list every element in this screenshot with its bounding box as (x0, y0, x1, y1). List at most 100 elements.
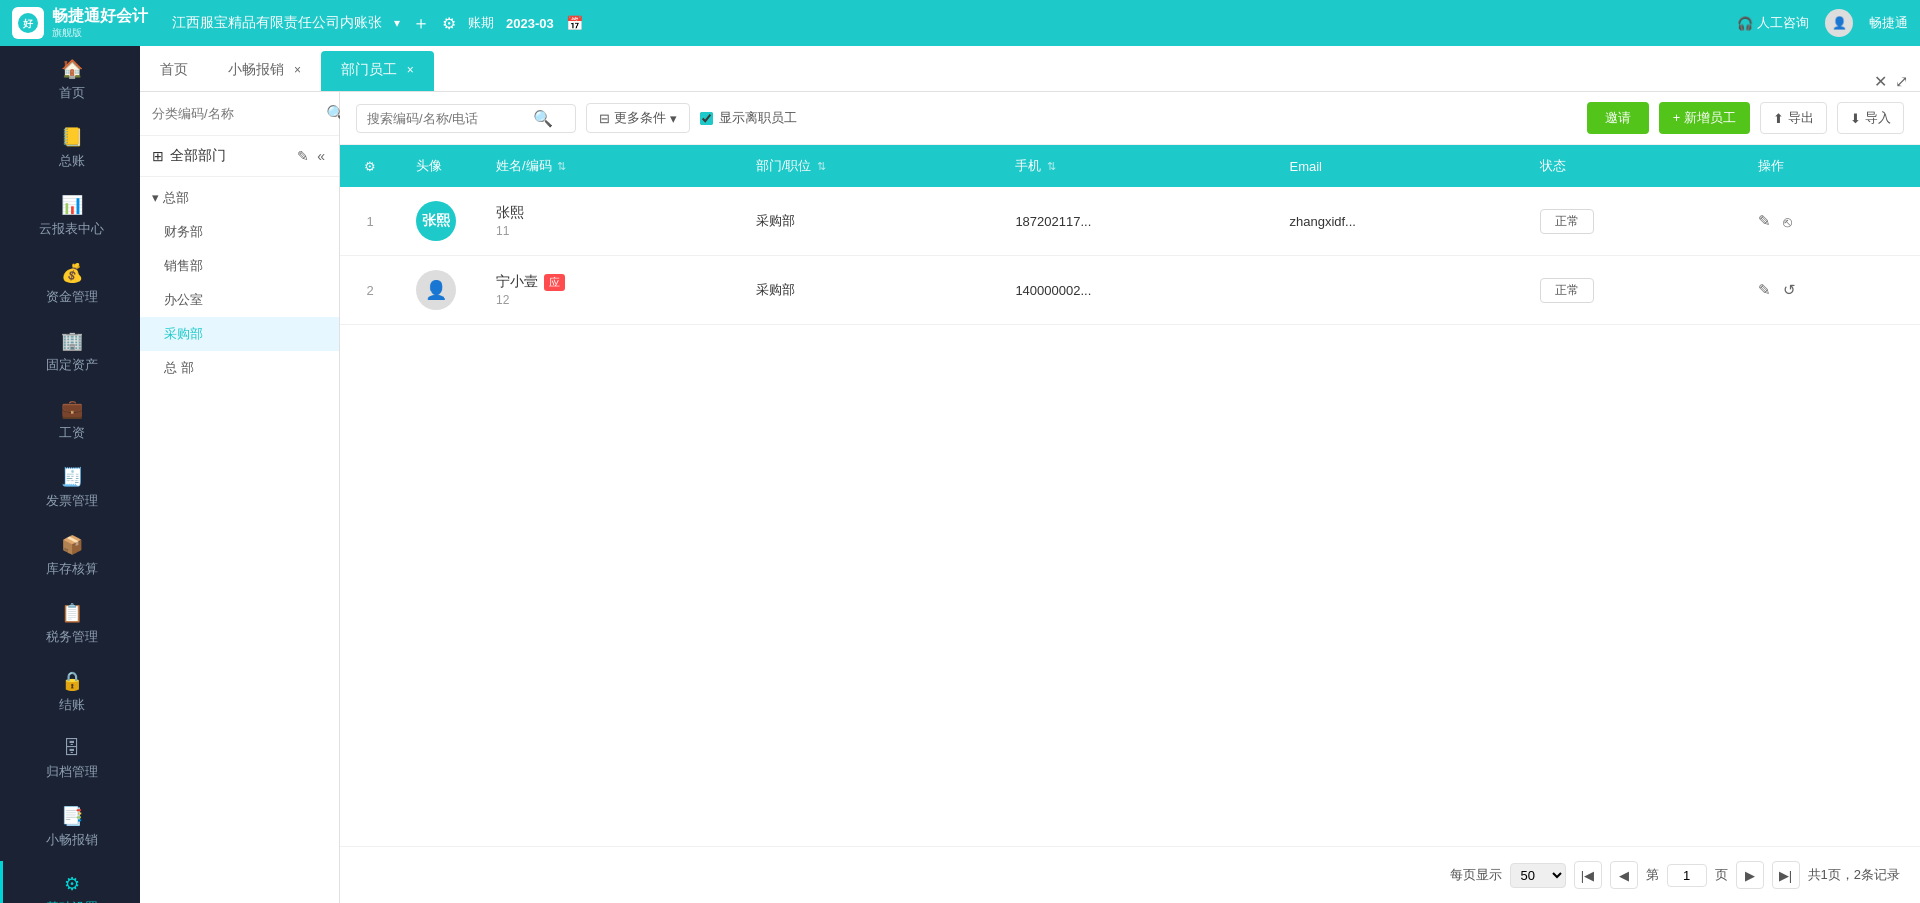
header-settings-button[interactable]: ⚙ (442, 14, 456, 33)
sidebar-item-payroll[interactable]: 💼 工资 (0, 386, 140, 454)
table-header-row: ⚙ 头像 姓名/编码 ⇅ 部门/职位 ⇅ 手机 ⇅ Email 状态 操作 (340, 145, 1920, 187)
dept-search-input[interactable] (152, 106, 320, 121)
row-index: 2 (340, 256, 400, 325)
next-page-button[interactable]: ▶ (1736, 861, 1764, 889)
tab-employee-close[interactable]: × (407, 63, 414, 77)
table-header-actions: 操作 (1742, 145, 1920, 187)
employee-code: 12 (496, 293, 724, 307)
sidebar-item-archive[interactable]: 🗄 归档管理 (0, 726, 140, 793)
sidebar: 🏠 首页 📒 总账 📊 云报表中心 💰 资金管理 🏢 固定资产 💼 工资 🧾 发… (0, 46, 140, 903)
dept-tree-item-office[interactable]: 办公室 (140, 283, 339, 317)
all-departments-item[interactable]: ⊞ 全部部门 (152, 147, 226, 165)
sidebar-item-invoice[interactable]: 🧾 发票管理 (0, 454, 140, 522)
dept-tree-item-sales[interactable]: 销售部 (140, 249, 339, 283)
restore-button[interactable]: ↺ (1783, 281, 1796, 299)
show-resigned-checkbox-label[interactable]: 显示离职员工 (700, 109, 797, 127)
dept-tree: ▾ 总部 财务部 销售部 办公室 采购部 总 部 (140, 177, 339, 903)
status-badge: 正常 (1540, 278, 1594, 303)
calendar-icon[interactable]: 📅 (566, 15, 583, 31)
more-filter-button[interactable]: ⊟ 更多条件 ▾ (586, 103, 690, 133)
sidebar-item-ledger[interactable]: 📒 总账 (0, 114, 140, 182)
pagination-bar: 每页显示 50 100 200 |◀ ◀ 第 页 ▶ ▶| 共1页，2条记录 (340, 846, 1920, 903)
search-icon[interactable]: 🔍 (533, 109, 553, 128)
company-dropdown-button[interactable]: ▾ (394, 16, 400, 30)
headphone-icon: 🎧 (1737, 16, 1753, 31)
sidebar-item-home[interactable]: 🏠 首页 (0, 46, 140, 114)
employee-area: 🔍 ⊟ 更多条件 ▾ 显示离职员工 邀请 + 新增员工 (340, 92, 1920, 903)
import-button[interactable]: ⬇ 导入 (1837, 102, 1904, 134)
dept-header: ⊞ 全部部门 ✎ « (140, 136, 339, 177)
show-resigned-checkbox[interactable] (700, 112, 713, 125)
dept-collapse-button[interactable]: « (315, 146, 327, 166)
row-actions: ✎ ↺ (1742, 256, 1920, 325)
sidebar-label-archive: 归档管理 (46, 763, 98, 781)
row-phone: 140000002... (999, 256, 1273, 325)
add-account-button[interactable]: ＋ (412, 14, 430, 32)
tab-expense-close[interactable]: × (294, 63, 301, 77)
sidebar-label-funds: 资金管理 (46, 288, 98, 306)
svg-text:好: 好 (22, 18, 34, 29)
dept-tree-item-general[interactable]: 总 部 (140, 351, 339, 385)
table-row: 1 张熙 张熙 11 (340, 187, 1920, 256)
table-header-phone[interactable]: 手机 ⇅ (999, 145, 1273, 187)
employee-table: ⚙ 头像 姓名/编码 ⇅ 部门/职位 ⇅ 手机 ⇅ Email 状态 操作 (340, 145, 1920, 846)
status-badge: 正常 (1540, 209, 1594, 234)
logo-area: 好 畅捷通好会计 旗舰版 (12, 6, 152, 39)
row-status: 正常 (1524, 256, 1742, 325)
export-button[interactable]: ⬆ 导出 (1760, 102, 1827, 134)
dept-tree-item-headquarters[interactable]: ▾ 总部 (140, 181, 339, 215)
show-resigned-label: 显示离职员工 (719, 109, 797, 127)
tab-employee[interactable]: 部门员工 × (321, 51, 434, 91)
dept-search-area: 🔍 (140, 92, 339, 136)
table-header-settings[interactable]: ⚙ (340, 145, 400, 187)
sidebar-label-invoice: 发票管理 (46, 492, 98, 510)
logout-button[interactable]: ⎋ (1783, 213, 1792, 230)
tab-expand-button[interactable]: ⤢ (1895, 72, 1908, 91)
edit-button[interactable]: ✎ (1758, 281, 1771, 299)
sidebar-label-expense: 小畅报销 (46, 831, 98, 849)
row-status: 正常 (1524, 187, 1742, 256)
add-employee-button[interactable]: + 新增员工 (1659, 102, 1750, 134)
per-page-select[interactable]: 50 100 200 (1510, 863, 1566, 888)
tab-actions: ✕ ⤢ (1862, 72, 1920, 91)
tab-home[interactable]: 首页 (140, 51, 208, 91)
sidebar-item-tax[interactable]: 📋 税务管理 (0, 590, 140, 658)
first-page-button[interactable]: |◀ (1574, 861, 1602, 889)
page-unit: 页 (1715, 866, 1728, 884)
table-header-name[interactable]: 姓名/编码 ⇅ (480, 145, 740, 187)
sidebar-item-settings[interactable]: ⚙ 基础设置 (0, 861, 140, 903)
funds-icon: 💰 (61, 262, 83, 284)
payroll-icon: 💼 (61, 398, 83, 420)
per-page-label: 每页显示 (1450, 866, 1502, 884)
dept-tree-item-purchasing[interactable]: 采购部 (140, 317, 339, 351)
dept-edit-button[interactable]: ✎ (295, 146, 311, 166)
service-label: 人工咨询 (1757, 14, 1809, 32)
tab-expense[interactable]: 小畅报销 × (208, 51, 321, 91)
sidebar-item-reports[interactable]: 📊 云报表中心 (0, 182, 140, 250)
last-page-button[interactable]: ▶| (1772, 861, 1800, 889)
sidebar-item-closing[interactable]: 🔒 结账 (0, 658, 140, 726)
employee-search-input[interactable] (367, 111, 527, 126)
sidebar-item-funds[interactable]: 💰 资金管理 (0, 250, 140, 318)
dept-tree-item-finance[interactable]: 财务部 (140, 215, 339, 249)
prev-page-button[interactable]: ◀ (1610, 861, 1638, 889)
sidebar-item-assets[interactable]: 🏢 固定资产 (0, 318, 140, 386)
sidebar-label-settings: 基础设置 (46, 899, 98, 903)
employee-search-box: 🔍 (356, 104, 576, 133)
filter-label: 更多条件 (614, 109, 666, 127)
page-input[interactable] (1667, 864, 1707, 887)
sidebar-label-inventory: 库存核算 (46, 560, 98, 578)
period-label: 账期 (468, 14, 494, 32)
invite-button[interactable]: 邀请 (1587, 102, 1649, 134)
table-header-dept[interactable]: 部门/职位 ⇅ (740, 145, 1000, 187)
all-departments-label: 全部部门 (170, 147, 226, 165)
page-label: 第 (1646, 866, 1659, 884)
company-name: 江西服宝精品有限责任公司内账张 (172, 14, 382, 32)
logo-text-area: 畅捷通好会计 旗舰版 (52, 6, 148, 39)
row-dept: 采购部 (740, 256, 1000, 325)
service-button[interactable]: 🎧 人工咨询 (1737, 14, 1809, 32)
edit-button[interactable]: ✎ (1758, 212, 1771, 230)
sidebar-item-expense[interactable]: 📑 小畅报销 (0, 793, 140, 861)
tab-close-button[interactable]: ✕ (1874, 72, 1887, 91)
sidebar-item-inventory[interactable]: 📦 库存核算 (0, 522, 140, 590)
